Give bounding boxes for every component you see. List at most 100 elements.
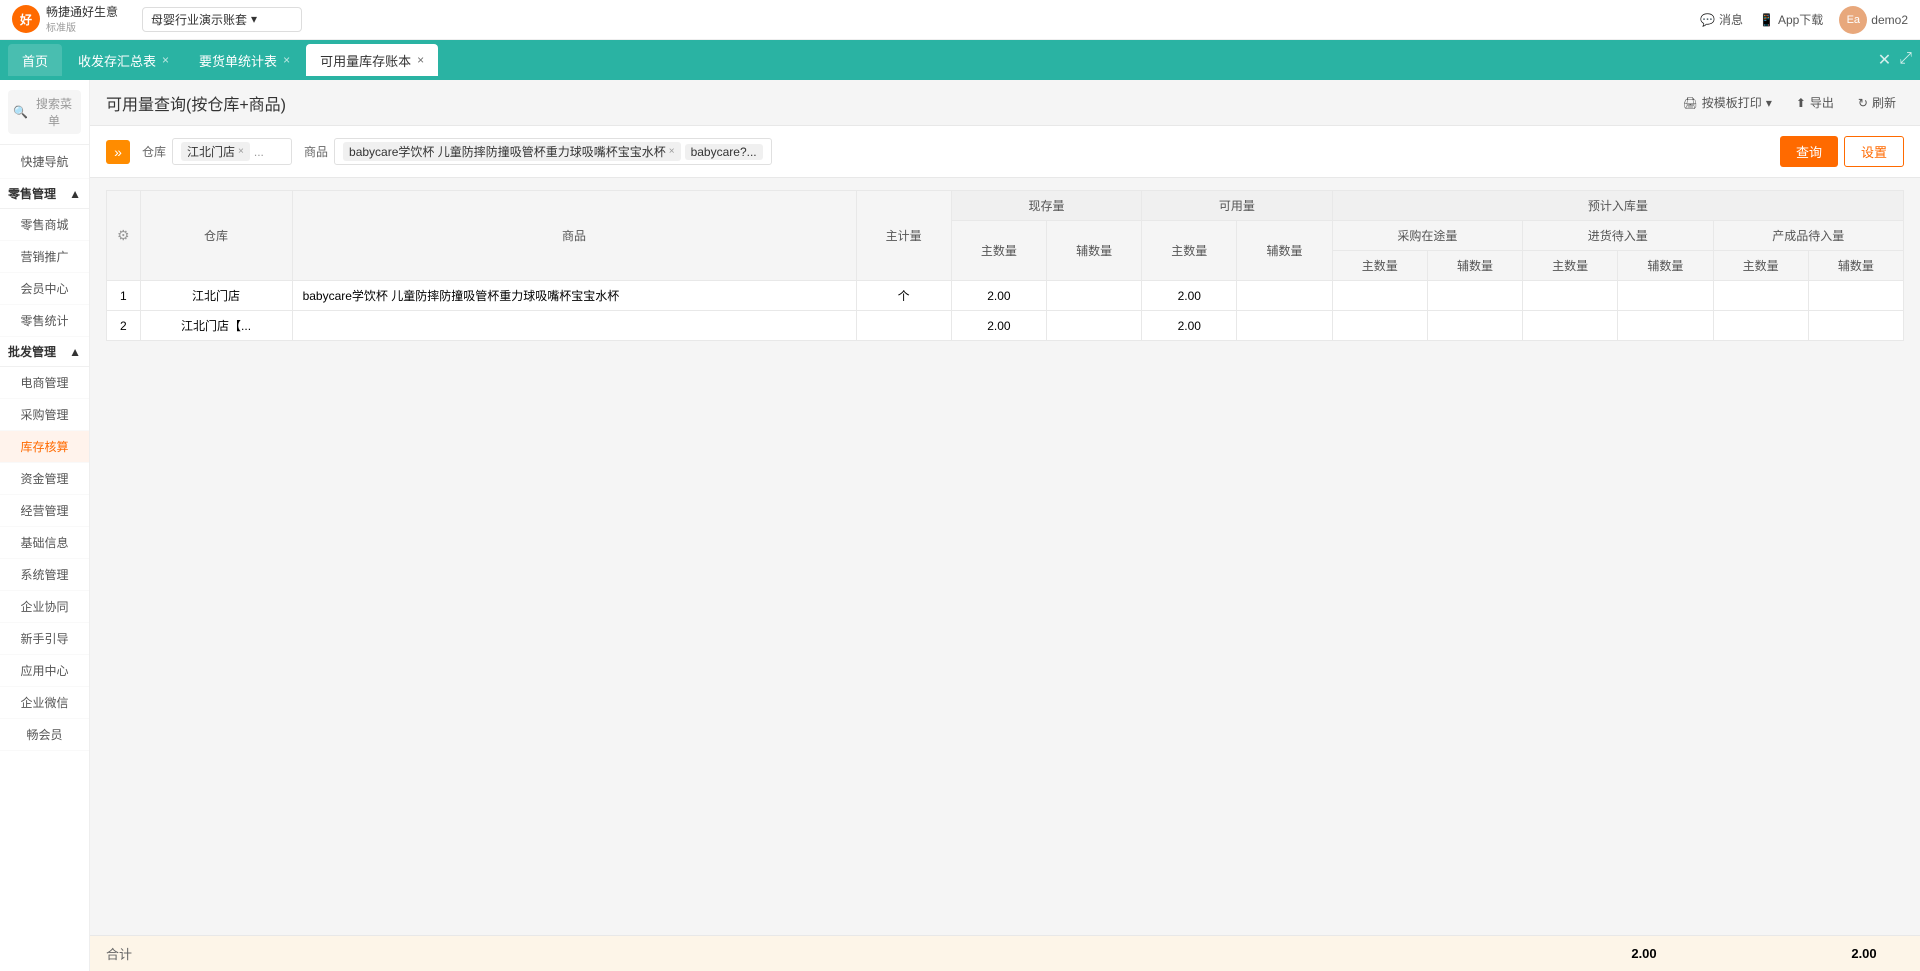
- row-pt-main: [1332, 311, 1427, 341]
- retail-expand-icon: ▲: [69, 187, 81, 201]
- warehouse-tag-text: 江北门店: [187, 143, 235, 160]
- row-available-main: 2.00: [1142, 311, 1237, 341]
- sidebar-item-marketing[interactable]: 营销推广: [0, 241, 89, 273]
- message-icon: 💬: [1700, 13, 1715, 27]
- production-pending-header: 产成品待入量: [1713, 221, 1903, 251]
- product-tag1-close[interactable]: ×: [669, 146, 675, 157]
- filter-bar: » 仓库 江北门店 × ... 商品 babycare学饮杯 儿童防摔防撞吸管杯…: [90, 126, 1920, 178]
- tab-available[interactable]: 可用量库存账本 ×: [306, 44, 438, 76]
- row-pp-aux: [1618, 281, 1713, 311]
- page-title: 可用量查询(按仓库+商品): [106, 91, 286, 115]
- row-available-main: 2.00: [1142, 281, 1237, 311]
- current-aux-qty-header: 辅数量: [1046, 221, 1141, 281]
- row-product: [292, 311, 856, 341]
- sidebar-section-wholesale[interactable]: 批发管理 ▲: [0, 337, 89, 367]
- sidebar-item-basic-info[interactable]: 基础信息: [0, 527, 89, 559]
- tab-receipt-label: 收发存汇总表: [78, 51, 156, 70]
- available-header: 可用量: [1142, 191, 1332, 221]
- sidebar-item-new-guide[interactable]: 新手引导: [0, 623, 89, 655]
- phone-icon: 📱: [1759, 13, 1774, 27]
- company-selector[interactable]: 母婴行业演示账套 ▾: [142, 7, 302, 32]
- product-filter-field[interactable]: babycare学饮杯 儿童防摔防撞吸管杯重力球吸嘴杯宝宝水杯 × babyca…: [334, 138, 772, 165]
- logo-text-block: 畅捷通好生意 标准版: [46, 5, 118, 34]
- close-window-btn[interactable]: ✕: [1878, 50, 1891, 70]
- row-prp-main: [1713, 311, 1808, 341]
- row-pt-main: [1332, 281, 1427, 311]
- refresh-icon: ↻: [1858, 96, 1868, 110]
- print-template-button[interactable]: 🖨 按模板打印 ▾: [1675, 90, 1780, 115]
- messages-button[interactable]: 💬 消息: [1700, 11, 1743, 28]
- sidebar-item-system[interactable]: 系统管理: [0, 559, 89, 591]
- row-warehouse: 江北门店: [140, 281, 292, 311]
- current-stock-header: 现存量: [951, 191, 1141, 221]
- export-label: 导出: [1810, 94, 1834, 111]
- sidebar-item-app-center[interactable]: 应用中心: [0, 655, 89, 687]
- settings-col-header: ⚙: [107, 191, 141, 281]
- quick-nav-label: 快捷导航: [20, 155, 68, 169]
- warehouse-filter-field[interactable]: 江北门店 × ...: [172, 138, 292, 165]
- tab-receipt-close[interactable]: ×: [162, 53, 169, 67]
- footer-label: 合计: [106, 944, 132, 963]
- sidebar-item-finance[interactable]: 资金管理: [0, 463, 89, 495]
- tab-order[interactable]: 要货单统计表 ×: [185, 44, 304, 76]
- sidebar-item-member[interactable]: 会员中心: [0, 273, 89, 305]
- settings-button[interactable]: 设置: [1844, 136, 1904, 167]
- row-product: babycare学饮杯 儿童防摔防撞吸管杯重力球吸嘴杯宝宝水杯: [292, 281, 856, 311]
- warehouse-col-header: 仓库: [140, 191, 292, 281]
- content-area: 可用量查询(按仓库+商品) 🖨 按模板打印 ▾ ⬆ 导出 ↻ 刷新: [90, 80, 1920, 971]
- warehouse-more[interactable]: ...: [254, 145, 264, 159]
- nav-tabs: 首页 收发存汇总表 × 要货单统计表 × 可用量库存账本 × ✕ ⤢: [0, 40, 1920, 80]
- avatar-text: Ea: [1847, 14, 1860, 26]
- print-icon: 🖨: [1683, 96, 1698, 110]
- product-tag1-text: babycare学饮杯 儿童防摔防撞吸管杯重力球吸嘴杯宝宝水杯: [349, 143, 666, 160]
- available-aux-qty-header: 辅数量: [1237, 221, 1332, 281]
- company-dropdown-icon: ▾: [251, 12, 257, 26]
- available-main-qty-header: 主数量: [1142, 221, 1237, 281]
- tab-order-label: 要货单统计表: [199, 51, 277, 70]
- warehouse-tag-close[interactable]: ×: [238, 146, 244, 157]
- search-menu-button[interactable]: 🔍 搜索菜单: [8, 90, 81, 134]
- search-label: 搜索菜单: [32, 95, 76, 129]
- pt-aux-header: 辅数量: [1427, 251, 1522, 281]
- export-button[interactable]: ⬆ 导出: [1788, 90, 1842, 115]
- tab-receipt[interactable]: 收发存汇总表 ×: [64, 44, 183, 76]
- tab-home[interactable]: 首页: [8, 44, 62, 76]
- sidebar-item-retail-mall[interactable]: 零售商城: [0, 209, 89, 241]
- row-current-main: 2.00: [951, 311, 1046, 341]
- row-warehouse: 江北门店【...: [140, 311, 292, 341]
- warehouse-tag: 江北门店 ×: [181, 142, 250, 161]
- refresh-button[interactable]: ↻ 刷新: [1850, 90, 1904, 115]
- product-filter: 商品 babycare学饮杯 儿童防摔防撞吸管杯重力球吸嘴杯宝宝水杯 × bab…: [304, 138, 772, 165]
- sidebar-item-operation[interactable]: 经营管理: [0, 495, 89, 527]
- sidebar-section-retail[interactable]: 零售管理 ▲: [0, 179, 89, 209]
- expand-window-btn[interactable]: ⤢: [1899, 50, 1912, 70]
- sidebar-item-enterprise-collab[interactable]: 企业协同: [0, 591, 89, 623]
- tab-order-close[interactable]: ×: [283, 53, 290, 67]
- sidebar-item-quick-nav[interactable]: 快捷导航: [0, 145, 89, 179]
- sidebar-item-purchase[interactable]: 采购管理: [0, 399, 89, 431]
- tab-available-close[interactable]: ×: [417, 53, 424, 67]
- user-menu[interactable]: Ea demo2: [1839, 6, 1908, 34]
- sidebar-item-retail-stats[interactable]: 零售统计: [0, 305, 89, 337]
- top-bar-right: 💬 消息 📱 App下载 Ea demo2: [1700, 6, 1908, 34]
- row-current-aux: [1046, 281, 1141, 311]
- table-settings-icon[interactable]: ⚙: [117, 227, 130, 243]
- planned-in-header: 预计入库量: [1332, 191, 1903, 221]
- filter-expand-button[interactable]: »: [106, 140, 130, 164]
- sidebar-item-ecommerce[interactable]: 电商管理: [0, 367, 89, 399]
- footer-bar: 合计 2.00 2.00: [90, 935, 1920, 971]
- app-download-button[interactable]: 📱 App下载: [1759, 11, 1823, 28]
- product-tag1: babycare学饮杯 儿童防摔防撞吸管杯重力球吸嘴杯宝宝水杯 ×: [343, 142, 681, 161]
- query-button[interactable]: 查询: [1780, 136, 1838, 167]
- retail-label: 零售管理: [8, 185, 56, 202]
- prp-main-header: 主数量: [1713, 251, 1808, 281]
- sidebar-item-enterprise-wechat[interactable]: 企业微信: [0, 687, 89, 719]
- wholesale-expand-icon: ▲: [69, 345, 81, 359]
- sidebar-item-inventory[interactable]: 库存核算: [0, 431, 89, 463]
- row-available-aux: [1237, 281, 1332, 311]
- row-prp-aux: [1808, 311, 1903, 341]
- page-header: 可用量查询(按仓库+商品) 🖨 按模板打印 ▾ ⬆ 导出 ↻ 刷新: [90, 80, 1920, 126]
- sidebar-item-member-vip[interactable]: 畅会员: [0, 719, 89, 751]
- tab-home-label: 首页: [22, 51, 48, 70]
- logo-icon: 好: [12, 5, 40, 33]
